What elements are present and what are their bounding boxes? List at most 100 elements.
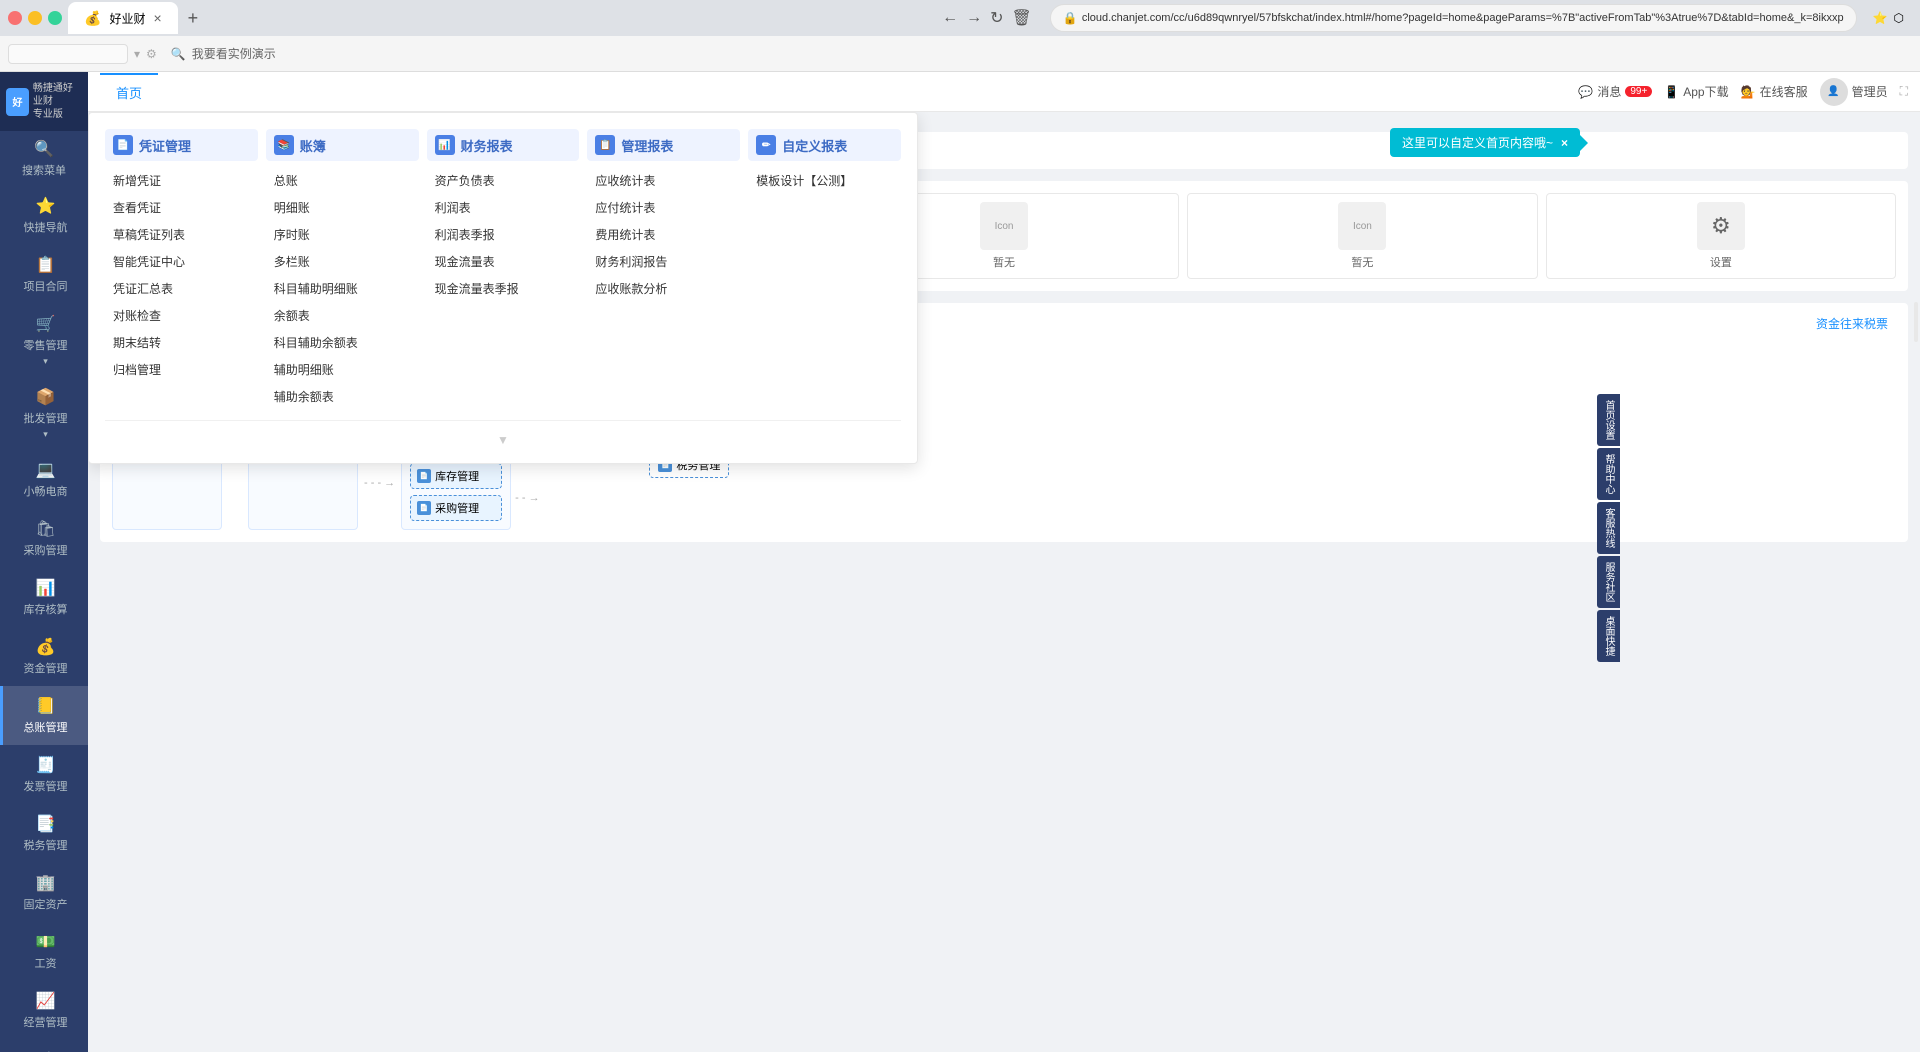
demo-text[interactable]: 我要看实例演示	[192, 45, 276, 62]
menu-item-receivable-stats[interactable]: 应收统计表	[591, 169, 736, 192]
bookmark-icon[interactable]: ⭐	[1873, 11, 1888, 25]
tab-close-icon[interactable]: ×	[153, 10, 161, 26]
project-icon: 📋	[36, 255, 56, 275]
sidebar-item-marketing[interactable]: 📣 小畅营销	[0, 1040, 88, 1052]
menu-section-custom-report: ✏ 自定义报表 模板设计【公测】	[748, 129, 901, 408]
sidebar-item-ecom[interactable]: 💻 小畅电商	[0, 450, 88, 509]
menu-item-add-voucher[interactable]: 新增凭证	[109, 169, 254, 192]
menu-item-subject-aux-balance[interactable]: 科目辅助余额表	[270, 331, 415, 354]
purchase-icon: 🛍	[35, 519, 55, 539]
window-min-button[interactable]	[28, 11, 42, 25]
menu-item-payable-stats[interactable]: 应付统计表	[591, 196, 736, 219]
main-layout: 好 畅捷通好业财专业版 🔍 搜索菜单 ⭐ 快捷导航 📋 项目合同 🛒 零售管理 …	[0, 72, 1920, 1052]
expand-icon[interactable]: ⛶	[1900, 84, 1908, 99]
menu-item-expense-stats[interactable]: 费用统计表	[591, 223, 736, 246]
user-menu[interactable]: 👤 管理员	[1820, 78, 1888, 106]
sidebar-item-tax[interactable]: 📑 税务管理	[0, 804, 88, 863]
general-icon: 📒	[36, 696, 56, 716]
content-area: 首页 💬 消息 99+ 📱 App下载 💁 在线客服	[88, 72, 1920, 1052]
sidebar-item-purchase[interactable]: 🛍 采购管理	[0, 509, 88, 568]
menu-item-receivable-analysis[interactable]: 应收账款分析	[591, 277, 736, 300]
quick-btn-home[interactable]: 首页设置	[1597, 394, 1620, 446]
menu-item-aux-detail[interactable]: 辅助明细账	[270, 358, 415, 381]
financial-report-icon: 📊	[435, 135, 455, 155]
icon-item-settings[interactable]: ⚙ 设置	[1546, 193, 1896, 279]
sidebar-item-general[interactable]: 📒 总账管理	[0, 686, 88, 745]
menu-item-finance-profit[interactable]: 财务利润报告	[591, 250, 736, 273]
voucher-icon: 📄	[113, 135, 133, 155]
flow-box-inventory[interactable]: 📄 库存管理	[410, 463, 502, 489]
active-tab[interactable]: 💰 好业财 ×	[68, 2, 178, 34]
address-bar[interactable]: 🔒 cloud.chanjet.com/cc/u6d89qwnryel/57bf…	[1050, 4, 1857, 32]
menu-item-detail-ledger[interactable]: 明细账	[270, 196, 415, 219]
quick-btn-help[interactable]: 帮助中心	[1597, 448, 1620, 500]
service-icon: 💁	[1741, 85, 1756, 99]
sidebar-item-wholesale[interactable]: 📦 批发管理 ▾	[0, 377, 88, 450]
menu-item-sequence-ledger[interactable]: 序时账	[270, 223, 415, 246]
back-button[interactable]: ←	[940, 6, 960, 30]
icon-placeholder-4: Icon	[1338, 202, 1386, 250]
window-close-button[interactable]	[8, 11, 22, 25]
refresh-button[interactable]: ↻	[988, 6, 1005, 30]
extension-icon[interactable]: ⬡	[1894, 11, 1904, 25]
toolbar-input[interactable]	[8, 44, 128, 64]
menu-item-smart-center[interactable]: 智能凭证中心	[109, 250, 254, 273]
quick-btn-community[interactable]: 服务社区	[1597, 556, 1620, 608]
menu-item-subject-aux[interactable]: 科目辅助明细账	[270, 277, 415, 300]
menu-item-archive[interactable]: 归档管理	[109, 358, 254, 381]
menu-item-reconcile[interactable]: 对账检查	[109, 304, 254, 327]
quick-btn-desktop[interactable]: 桌面快捷	[1597, 610, 1620, 662]
sidebar-item-assets[interactable]: 🏢 固定资产	[0, 863, 88, 922]
voucher-title: 凭证管理	[139, 136, 191, 155]
quick-btn-service[interactable]: 客服热线	[1597, 502, 1620, 554]
user-name: 管理员	[1852, 83, 1888, 100]
message-label: 消息	[1597, 83, 1621, 100]
sidebar-item-stock[interactable]: 📊 库存核算	[0, 568, 88, 627]
menu-item-draft-voucher[interactable]: 草稿凭证列表	[109, 223, 254, 246]
app-download-button[interactable]: 📱 App下载	[1664, 83, 1728, 100]
menu-item-voucher-summary[interactable]: 凭证汇总表	[109, 277, 254, 300]
menu-item-period-carry[interactable]: 期末结转	[109, 331, 254, 354]
collapse-icon[interactable]: ▼	[497, 433, 509, 447]
sidebar-item-capital[interactable]: 💰 资金管理	[0, 627, 88, 686]
menu-item-template-design[interactable]: 模板设计【公测】	[752, 169, 897, 192]
online-service-button[interactable]: 💁 在线客服	[1741, 83, 1808, 100]
icon-item-4[interactable]: Icon 暂无	[1187, 193, 1537, 279]
window-max-button[interactable]	[48, 11, 62, 25]
tip-close-button[interactable]: ×	[1561, 136, 1568, 150]
menu-item-balance-sheet-report[interactable]: 资产负债表	[431, 169, 576, 192]
sidebar-item-retail[interactable]: 🛒 零售管理 ▾	[0, 304, 88, 377]
menu-item-cashflow-quarterly[interactable]: 现金流量表季报	[431, 277, 576, 300]
flow-box-purchase[interactable]: 📄 采购管理	[410, 495, 502, 521]
dropdown-icon[interactable]: ▾	[134, 47, 140, 61]
sidebar-item-invoice[interactable]: 🧾 发票管理	[0, 745, 88, 804]
menu-item-view-voucher[interactable]: 查看凭证	[109, 196, 254, 219]
message-icon: 💬	[1578, 85, 1593, 99]
custom-report-title: 自定义报表	[782, 136, 847, 155]
delete-button[interactable]: 🗑	[1010, 6, 1034, 30]
menu-item-profit-report[interactable]: 利润表	[431, 196, 576, 219]
menu-item-profit-quarterly[interactable]: 利润表季报	[431, 223, 576, 246]
menu-item-multi-ledger[interactable]: 多栏账	[270, 250, 415, 273]
tab-home[interactable]: 首页	[100, 73, 158, 110]
sidebar-item-project[interactable]: 📋 项目合同	[0, 245, 88, 304]
menu-item-cashflow[interactable]: 现金流量表	[431, 250, 576, 273]
sidebar-label-wholesale: 批发管理	[24, 410, 68, 426]
sidebar-item-shortcut[interactable]: ⭐ 快捷导航	[0, 186, 88, 245]
purchase-flow-icon: 📄	[417, 501, 431, 515]
tax-label[interactable]: 资金往来税票	[1816, 315, 1896, 332]
new-tab-button[interactable]: +	[182, 6, 205, 31]
sidebar-item-ops[interactable]: 📈 经营管理	[0, 981, 88, 1040]
menu-item-general-ledger[interactable]: 总账	[270, 169, 415, 192]
settings-icon[interactable]: ⚙	[146, 47, 157, 61]
sidebar-item-salary[interactable]: 💵 工资	[0, 922, 88, 981]
shortcut-icon: ⭐	[36, 196, 56, 216]
forward-button[interactable]: →	[964, 6, 984, 30]
menu-item-aux-balance[interactable]: 辅助余额表	[270, 385, 415, 408]
financial-report-title: 财务报表	[461, 136, 513, 155]
message-button[interactable]: 💬 消息 99+	[1578, 83, 1652, 100]
sidebar-item-search[interactable]: 🔍 搜索菜单	[0, 131, 88, 186]
menu-item-balance-sheet[interactable]: 余额表	[270, 304, 415, 327]
app-container: ▾ ⚙ 🔍 我要看实例演示 好 畅捷通好业财专业版 🔍 搜索菜单 ⭐ 快捷导航 …	[0, 36, 1920, 1052]
menu-section-financial-report: 📊 财务报表 资产负债表 利润表 利润表季报 现金流量表 现金流量表季报	[427, 129, 580, 408]
